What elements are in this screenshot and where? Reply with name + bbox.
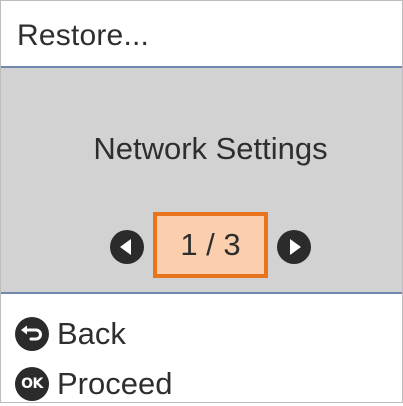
setting-name: Network Settings: [93, 131, 328, 166]
left-arrow-icon: [120, 239, 131, 255]
proceed-label: Proceed: [57, 366, 173, 401]
back-label: Back: [57, 316, 126, 351]
page-indicator: 1 / 3: [153, 212, 268, 278]
next-page-button[interactable]: [277, 230, 311, 264]
ok-button-icon: OK: [15, 367, 49, 401]
previous-page-button[interactable]: [110, 230, 144, 264]
back-button-icon: [15, 317, 49, 351]
return-arrow-icon: [21, 325, 42, 341]
soft-key-legend: Back OK Proceed: [1, 294, 402, 402]
ok-icon-text: OK: [21, 376, 43, 392]
right-arrow-icon: [290, 239, 301, 255]
screen-title: Restore...: [17, 19, 150, 52]
title-bar: Restore...: [1, 1, 402, 68]
